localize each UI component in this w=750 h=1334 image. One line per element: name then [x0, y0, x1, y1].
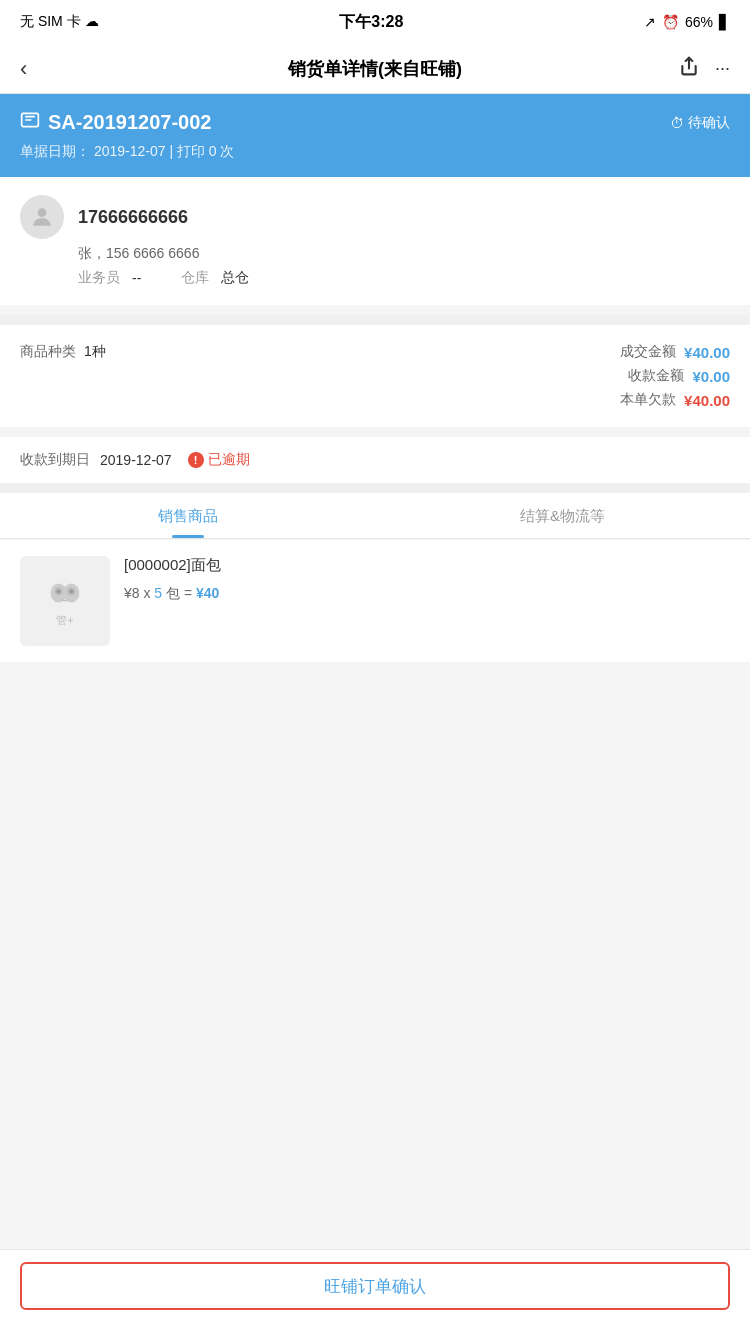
location-icon: ↗ — [644, 14, 656, 30]
amount-value-2: ¥40.00 — [684, 392, 730, 409]
amount-label-0: 成交金额 — [620, 343, 676, 361]
alarm-icon: ⏰ — [662, 14, 679, 30]
due-label: 收款到期日 — [20, 451, 90, 469]
warehouse-label: 仓库 — [181, 269, 209, 287]
order-icon — [20, 110, 40, 135]
summary-section: 商品种类 1种 成交金额 ¥40.00 收款金额 ¥0.00 本单欠款 ¥40.… — [0, 325, 750, 427]
product-info: [0000002]面包 ¥8 x 5 包 = ¥40 — [124, 556, 730, 603]
back-button[interactable]: ‹ — [20, 56, 27, 82]
product-price-row: ¥8 x 5 包 = ¥40 — [124, 585, 730, 603]
multiply-sign: x — [143, 585, 154, 601]
status-left: 无 SIM 卡 ☁ — [20, 13, 99, 31]
nav-right: ··· — [670, 56, 730, 81]
amount-row-2: 本单欠款 ¥40.00 — [620, 391, 730, 409]
confirm-button[interactable]: 旺铺订单确认 — [20, 1262, 730, 1310]
amount-value-1: ¥0.00 — [692, 368, 730, 385]
amount-label-2: 本单欠款 — [620, 391, 676, 409]
order-number: SA-20191207-002 — [48, 111, 211, 134]
overdue-icon: ! — [188, 452, 204, 468]
divider-2 — [0, 483, 750, 493]
order-date: 2019-12-07 — [94, 143, 166, 159]
product-thumb-icon: 管+ — [41, 575, 89, 628]
due-date-section: 收款到期日 2019-12-07 ! 已逾期 — [0, 437, 750, 483]
order-id: SA-20191207-002 — [20, 110, 211, 135]
confirm-button-label: 旺铺订单确认 — [324, 1275, 426, 1298]
summary-right: 成交金额 ¥40.00 收款金额 ¥0.00 本单欠款 ¥40.00 — [620, 343, 730, 409]
avatar — [20, 195, 64, 239]
brand-label: 管+ — [56, 613, 73, 628]
customer-detail: 张，156 6666 6666 — [78, 245, 730, 263]
status-time: 下午3:28 — [339, 12, 403, 33]
quantity: 5 — [154, 585, 162, 601]
tab-products-label: 销售商品 — [158, 507, 218, 524]
product-type-label: 商品种类 — [20, 343, 76, 361]
tab-settlement[interactable]: 结算&物流等 — [375, 493, 750, 538]
amount-label-1: 收款金额 — [628, 367, 684, 385]
amount-row-0: 成交金额 ¥40.00 — [620, 343, 730, 361]
product-type-item: 商品种类 1种 — [20, 343, 106, 361]
equals-sign: = — [184, 585, 196, 601]
order-meta: 单据日期： 2019-12-07 | 打印 0 次 — [20, 143, 730, 161]
tab-products[interactable]: 销售商品 — [0, 493, 375, 538]
tab-settlement-label: 结算&物流等 — [520, 507, 605, 524]
unit-price: ¥8 — [124, 585, 140, 601]
warehouse-group: 仓库 总仓 — [181, 269, 249, 287]
svg-point-2 — [38, 208, 47, 217]
summary-left: 商品种类 1种 — [20, 343, 106, 361]
bottom-bar: 旺铺订单确认 — [0, 1249, 750, 1334]
due-date-value: 2019-12-07 — [100, 452, 172, 468]
salesperson-label: 业务员 — [78, 269, 120, 287]
empty-area — [0, 662, 750, 862]
svg-point-7 — [57, 589, 61, 593]
amount-row-1: 收款金额 ¥0.00 — [628, 367, 730, 385]
product-name: [0000002]面包 — [124, 556, 730, 575]
status-text: 待确认 — [688, 114, 730, 132]
more-icon[interactable]: ··· — [715, 58, 730, 79]
status-bar: 无 SIM 卡 ☁ 下午3:28 ↗ ⏰ 66% ▋ — [0, 0, 750, 44]
svg-point-8 — [69, 589, 73, 593]
overdue-text: 已逾期 — [208, 451, 250, 469]
product-section: 管+ [0000002]面包 ¥8 x 5 包 = ¥40 — [0, 540, 750, 662]
date-label: 单据日期： — [20, 143, 90, 159]
customer-section: 17666666666 张，156 6666 6666 业务员 -- 仓库 总仓 — [0, 177, 750, 305]
product-thumbnail: 管+ — [20, 556, 110, 646]
status-badge: ⏱ 待确认 — [670, 114, 730, 132]
nav-bar: ‹ 销货单详情(来自旺铺) ··· — [0, 44, 750, 94]
customer-row: 17666666666 — [20, 195, 730, 239]
overdue-badge: ! 已逾期 — [188, 451, 250, 469]
divider-1 — [0, 315, 750, 325]
unit: 包 — [166, 585, 180, 601]
salesperson-value: -- — [132, 270, 141, 286]
warehouse-value: 总仓 — [221, 269, 249, 287]
share-icon[interactable] — [679, 56, 699, 81]
battery-icon: ▋ — [719, 14, 730, 30]
order-header-card: SA-20191207-002 ⏱ 待确认 单据日期： 2019-12-07 |… — [0, 94, 750, 177]
print-info: | 打印 0 次 — [169, 143, 234, 159]
amount-value-0: ¥40.00 — [684, 344, 730, 361]
salesperson-group: 业务员 -- — [78, 269, 141, 287]
status-right: ↗ ⏰ 66% ▋ — [644, 14, 730, 30]
product-item-0: 管+ [0000002]面包 ¥8 x 5 包 = ¥40 — [20, 556, 730, 646]
tabs: 销售商品 结算&物流等 — [0, 493, 750, 539]
page-title: 销货单详情(来自旺铺) — [80, 57, 670, 81]
clock-icon: ⏱ — [670, 115, 684, 131]
product-type-value: 1种 — [84, 343, 106, 361]
header-top: SA-20191207-002 ⏱ 待确认 — [20, 110, 730, 135]
summary-row: 商品种类 1种 成交金额 ¥40.00 收款金额 ¥0.00 本单欠款 ¥40.… — [20, 343, 730, 409]
nav-left: ‹ — [20, 56, 80, 82]
customer-phone: 17666666666 — [78, 207, 188, 228]
customer-info-row: 业务员 -- 仓库 总仓 — [78, 269, 730, 287]
battery-level: 66% — [685, 14, 713, 30]
total-price: ¥40 — [196, 585, 219, 601]
